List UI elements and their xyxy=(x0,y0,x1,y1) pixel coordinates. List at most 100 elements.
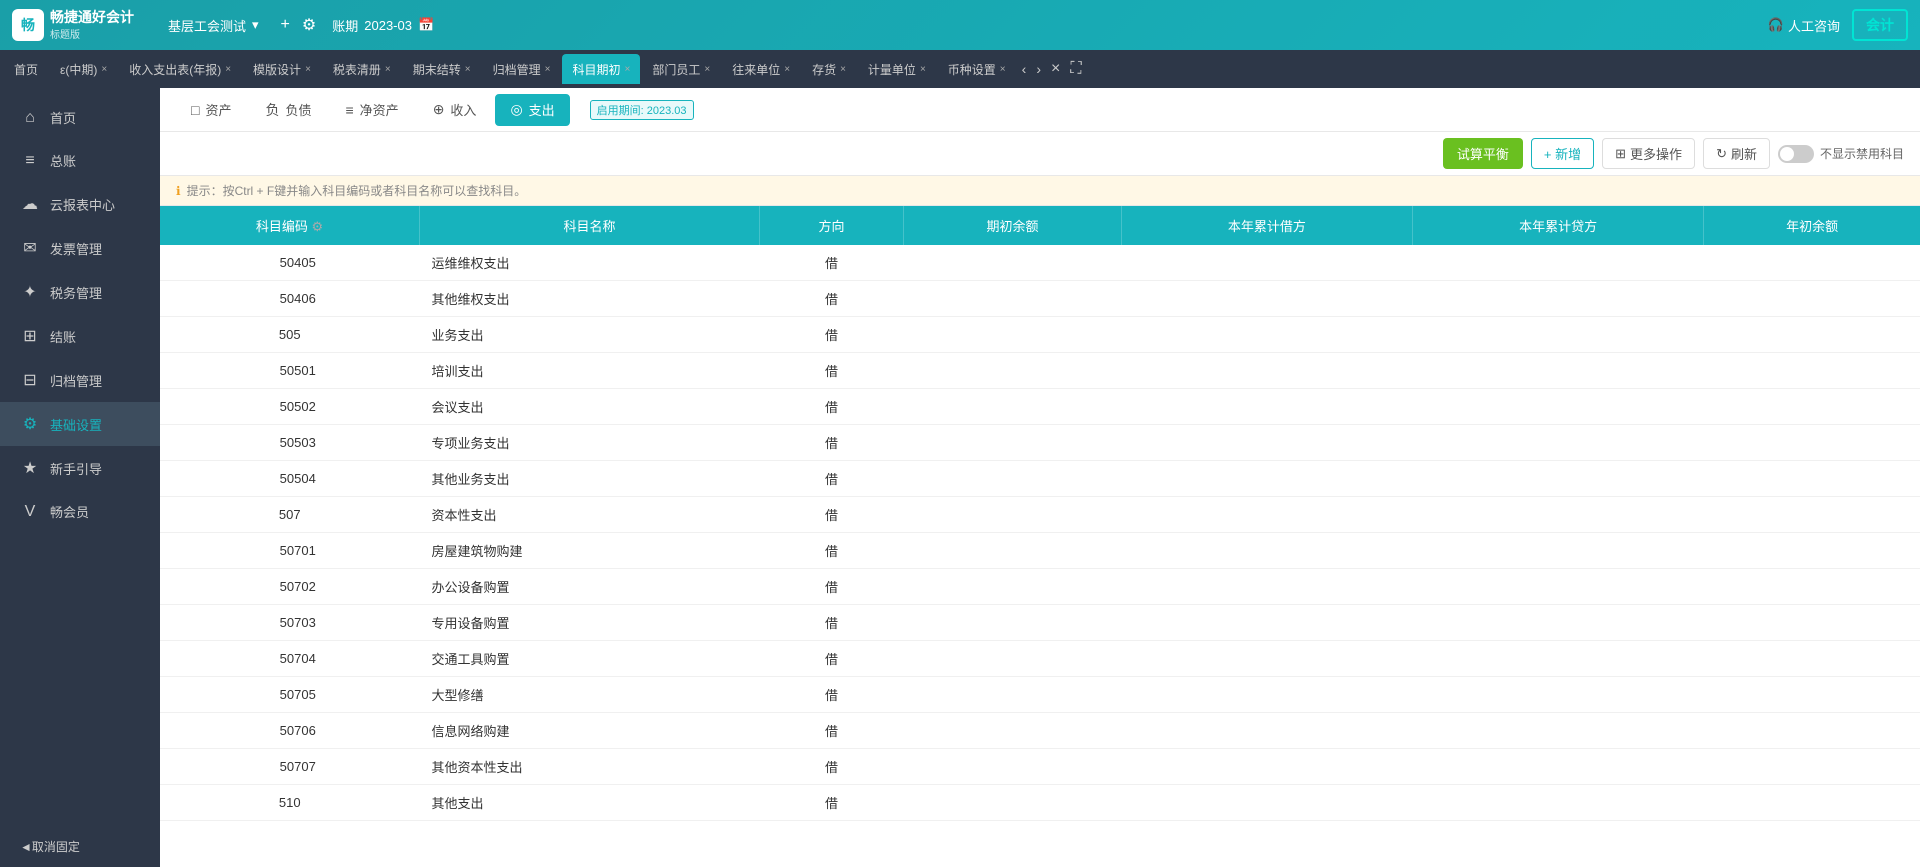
tab-label-annual: 收入支出表(年报) xyxy=(129,61,221,78)
refresh-button[interactable]: ↻ 刷新 xyxy=(1703,138,1770,169)
sidebar-item-member[interactable]: V 畅会员 xyxy=(0,490,160,533)
sidebar-item-guide[interactable]: ★ 新手引导 xyxy=(0,446,160,490)
col-ytd-credit: 本年累计贷方 xyxy=(1413,206,1704,245)
tab-contact[interactable]: 往来单位 × xyxy=(722,54,800,84)
tab-currency[interactable]: 币种设置 × xyxy=(938,54,1016,84)
company-selector[interactable]: 基层工会测试 ▾ xyxy=(160,12,267,39)
tab-mid[interactable]: ε(中期) × xyxy=(50,54,117,84)
sub-tab-expenses[interactable]: ◎ 支出 xyxy=(495,94,569,126)
table-row[interactable]: 50405 运维维权支出 借 xyxy=(160,245,1920,281)
cell-direction: 借 xyxy=(759,569,903,605)
cell-ytd-credit xyxy=(1413,497,1704,533)
table-row[interactable]: 505 业务支出 借 xyxy=(160,317,1920,353)
sidebar-label-invoice: 发票管理 xyxy=(50,239,102,258)
tab-template[interactable]: 模版设计 × xyxy=(243,54,321,84)
sidebar-pin-toggle[interactable]: ◄取消固定 xyxy=(0,826,160,867)
tab-close-currency[interactable]: × xyxy=(1000,64,1006,75)
cell-direction: 借 xyxy=(759,533,903,569)
tab-close-tax[interactable]: × xyxy=(385,64,391,75)
sub-tab-net-assets[interactable]: ≡ 净资产 xyxy=(331,94,414,126)
sidebar-item-reports[interactable]: ☁ 云报表中心 xyxy=(0,182,160,226)
table-row[interactable]: 50706 信息网络购建 借 xyxy=(160,713,1920,749)
tab-close-annual[interactable]: × xyxy=(225,64,231,75)
tab-tax[interactable]: 税表清册 × xyxy=(323,54,401,84)
sub-tab-income[interactable]: ⊕ 收入 xyxy=(418,94,492,126)
settings-icon-header[interactable]: ⚙ xyxy=(302,15,316,35)
cell-direction: 借 xyxy=(759,317,903,353)
tab-subject-initial[interactable]: 科目期初 × xyxy=(562,54,640,84)
table-row[interactable]: 50701 房屋建筑物购建 借 xyxy=(160,533,1920,569)
table-row[interactable]: 50501 培训支出 借 xyxy=(160,353,1920,389)
cell-ytd-credit xyxy=(1413,677,1704,713)
tab-label-inventory: 存货 xyxy=(812,61,836,78)
add-button[interactable]: + 新增 xyxy=(1531,138,1594,169)
table-row[interactable]: 50504 其他业务支出 借 xyxy=(160,461,1920,497)
table-row[interactable]: 50502 会议支出 借 xyxy=(160,389,1920,425)
sidebar-item-tax[interactable]: ✦ 税务管理 xyxy=(0,270,160,314)
tab-close-mid[interactable]: × xyxy=(101,64,107,75)
cell-opening-balance xyxy=(904,641,1122,677)
table-row[interactable]: 510 其他支出 借 xyxy=(160,785,1920,821)
period-label: 账期 xyxy=(332,16,358,35)
tab-close-subject-initial[interactable]: × xyxy=(625,64,631,75)
sub-tab-liabilities[interactable]: 负 负债 xyxy=(250,94,326,126)
sidebar-item-checkout[interactable]: ⊞ 结账 xyxy=(0,314,160,358)
tab-next-btn[interactable]: › xyxy=(1032,59,1045,79)
table-row[interactable]: 50406 其他维权支出 借 xyxy=(160,281,1920,317)
table-row[interactable]: 507 资本性支出 借 xyxy=(160,497,1920,533)
table-row[interactable]: 50703 专用设备购置 借 xyxy=(160,605,1920,641)
tab-inventory[interactable]: 存货 × xyxy=(802,54,856,84)
tab-dept[interactable]: 部门员工 × xyxy=(642,54,720,84)
tab-close-template[interactable]: × xyxy=(305,64,311,75)
table-row[interactable]: 50702 办公设备购置 借 xyxy=(160,569,1920,605)
cell-direction: 借 xyxy=(759,641,903,677)
tab-period-end[interactable]: 期末结转 × xyxy=(403,54,481,84)
add-company-btn[interactable]: + xyxy=(281,16,290,34)
sub-tab-assets[interactable]: □ 资产 xyxy=(176,94,246,126)
tab-close-all-btn[interactable]: × xyxy=(1047,58,1064,80)
sidebar-item-ledger[interactable]: ≡ 总账 xyxy=(0,139,160,182)
sidebar-item-invoice[interactable]: ✉ 发票管理 xyxy=(0,226,160,270)
cell-year-opening xyxy=(1704,353,1920,389)
tab-close-period-end[interactable]: × xyxy=(465,64,471,75)
tab-unit[interactable]: 计量单位 × xyxy=(858,54,936,84)
col-settings-icon[interactable]: ⚙ xyxy=(311,219,323,234)
table-row[interactable]: 50705 大型修缮 借 xyxy=(160,677,1920,713)
tax-icon: ✦ xyxy=(20,282,40,302)
tab-prev-btn[interactable]: ‹ xyxy=(1018,59,1031,79)
sidebar-item-archive[interactable]: ⊟ 归档管理 xyxy=(0,358,160,402)
tab-expand-btn[interactable]: ⛶ xyxy=(1066,58,1085,80)
toggle-switch[interactable] xyxy=(1778,145,1814,163)
toggle-label: 不显示禁用科目 xyxy=(1820,145,1904,162)
table-row[interactable]: 50704 交通工具购置 借 xyxy=(160,641,1920,677)
tab-close-unit[interactable]: × xyxy=(920,64,926,75)
tab-home[interactable]: 首页 xyxy=(4,54,48,84)
period-value: 2023-03 xyxy=(364,18,412,33)
tab-close-dept[interactable]: × xyxy=(704,64,710,75)
table-row[interactable]: 50503 专项业务支出 借 xyxy=(160,425,1920,461)
more-button[interactable]: ⊞ 更多操作 xyxy=(1602,138,1695,169)
cell-code: 50406 xyxy=(160,281,419,317)
consult-button[interactable]: 🎧 人工咨询 xyxy=(1768,16,1840,35)
account-button[interactable]: 会计 xyxy=(1852,9,1908,41)
tab-annual[interactable]: 收入支出表(年报) × xyxy=(119,54,241,84)
sidebar-item-settings[interactable]: ⚙ 基础设置 xyxy=(0,402,160,446)
cell-opening-balance xyxy=(904,353,1122,389)
tab-close-archive[interactable]: × xyxy=(545,64,551,75)
cell-code: 50501 xyxy=(160,353,419,389)
calendar-icon[interactable]: 📅 xyxy=(418,17,434,33)
balance-button[interactable]: 试算平衡 xyxy=(1443,138,1523,169)
tab-label-subject-initial: 科目期初 xyxy=(572,61,620,78)
refresh-icon: ↻ xyxy=(1716,146,1727,162)
cell-ytd-credit xyxy=(1413,317,1704,353)
tab-archive[interactable]: 归档管理 × xyxy=(483,54,561,84)
sidebar-item-home[interactable]: ⌂ 首页 xyxy=(0,96,160,139)
tab-label-unit: 计量单位 xyxy=(868,61,916,78)
cell-name: 大型修缮 xyxy=(419,677,759,713)
tab-close-inventory[interactable]: × xyxy=(840,64,846,75)
tab-close-contact[interactable]: × xyxy=(784,64,790,75)
cell-direction: 借 xyxy=(759,281,903,317)
sidebar-label-ledger: 总账 xyxy=(50,151,76,170)
logo-area: 畅 畅捷通好会计 标题版 xyxy=(12,9,152,41)
table-row[interactable]: 50707 其他资本性支出 借 xyxy=(160,749,1920,785)
